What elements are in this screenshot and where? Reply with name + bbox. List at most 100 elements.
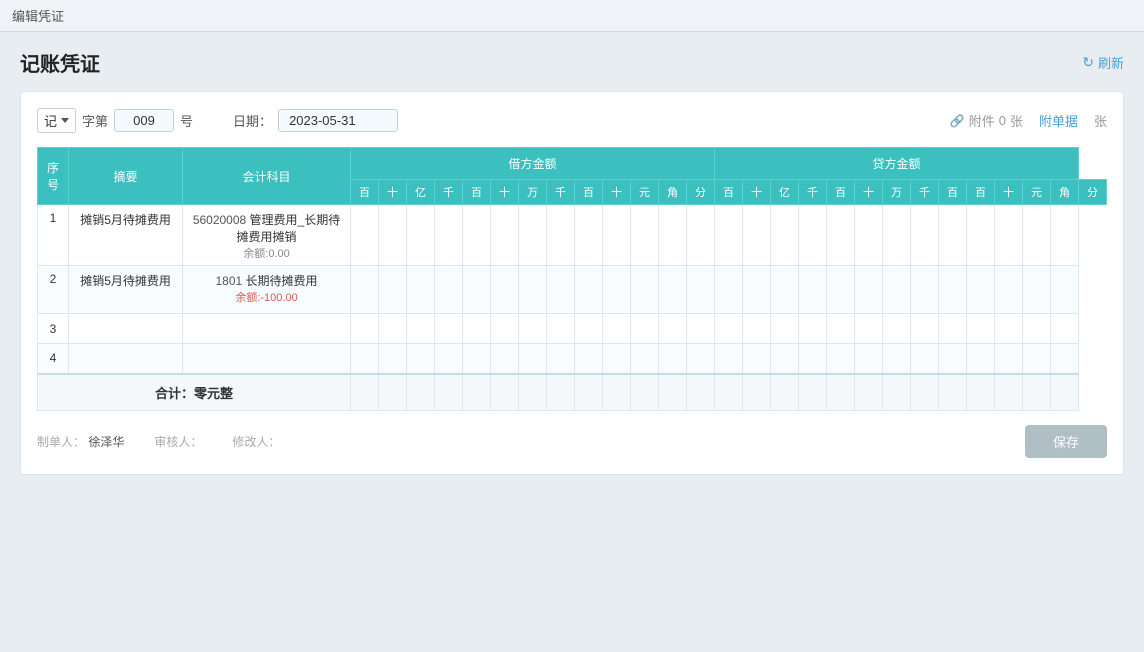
- r2d12[interactable]: [658, 266, 686, 314]
- r3d7[interactable]: [518, 314, 546, 344]
- r4c1[interactable]: [714, 344, 742, 374]
- voucher-type-button[interactable]: 记: [37, 108, 76, 133]
- r3d9[interactable]: [574, 314, 602, 344]
- r3d12[interactable]: [658, 314, 686, 344]
- r3c1[interactable]: [714, 314, 742, 344]
- r3d3[interactable]: [406, 314, 434, 344]
- r3c13[interactable]: [1050, 314, 1078, 344]
- r4c11[interactable]: [994, 344, 1022, 374]
- r1c1[interactable]: [714, 205, 742, 266]
- r4d6[interactable]: [490, 344, 518, 374]
- r2c1[interactable]: [714, 266, 742, 314]
- r1d11[interactable]: [630, 205, 658, 266]
- r1c9[interactable]: [938, 205, 966, 266]
- r2c6[interactable]: [854, 266, 882, 314]
- r2d4[interactable]: [434, 266, 462, 314]
- r3c7[interactable]: [882, 314, 910, 344]
- r2d11[interactable]: [630, 266, 658, 314]
- r1d5[interactable]: [462, 205, 490, 266]
- r4d7[interactable]: [518, 344, 546, 374]
- row3-account[interactable]: [183, 314, 351, 344]
- r1c11[interactable]: [994, 205, 1022, 266]
- r4d9[interactable]: [574, 344, 602, 374]
- r1c13[interactable]: [1050, 205, 1078, 266]
- r2c3[interactable]: [770, 266, 798, 314]
- r3d10[interactable]: [602, 314, 630, 344]
- r1c3[interactable]: [770, 205, 798, 266]
- r2c11[interactable]: [994, 266, 1022, 314]
- r4d3[interactable]: [406, 344, 434, 374]
- r1c7[interactable]: [882, 205, 910, 266]
- r1c2[interactable]: [742, 205, 770, 266]
- r3c5[interactable]: [826, 314, 854, 344]
- r3c11[interactable]: [994, 314, 1022, 344]
- r2d8[interactable]: [546, 266, 574, 314]
- r2d5[interactable]: [462, 266, 490, 314]
- r1d9[interactable]: [574, 205, 602, 266]
- r2c7[interactable]: [882, 266, 910, 314]
- r2c2[interactable]: [742, 266, 770, 314]
- r4c13[interactable]: [1050, 344, 1078, 374]
- r1c12[interactable]: [1022, 205, 1050, 266]
- row3-summary[interactable]: [69, 314, 183, 344]
- r2c9[interactable]: [938, 266, 966, 314]
- r2c5[interactable]: [826, 266, 854, 314]
- r1c6[interactable]: [854, 205, 882, 266]
- r2d2[interactable]: [378, 266, 406, 314]
- r4d11[interactable]: [630, 344, 658, 374]
- r3c4[interactable]: [798, 314, 826, 344]
- r2d7[interactable]: [518, 266, 546, 314]
- r1d2[interactable]: [378, 205, 406, 266]
- r2c13[interactable]: [1050, 266, 1078, 314]
- r1d3[interactable]: [406, 205, 434, 266]
- r4c12[interactable]: [1022, 344, 1050, 374]
- r2c10[interactable]: [966, 266, 994, 314]
- r1c10[interactable]: [966, 205, 994, 266]
- r2c8[interactable]: [910, 266, 938, 314]
- r4c10[interactable]: [966, 344, 994, 374]
- r3d1[interactable]: [350, 314, 378, 344]
- attach-sheet-label[interactable]: 附单据: [1039, 111, 1078, 130]
- r4c7[interactable]: [882, 344, 910, 374]
- r4d10[interactable]: [602, 344, 630, 374]
- r3c10[interactable]: [966, 314, 994, 344]
- r3d6[interactable]: [490, 314, 518, 344]
- save-button[interactable]: 保存: [1025, 425, 1107, 458]
- r1d8[interactable]: [546, 205, 574, 266]
- refresh-button[interactable]: ↻ 刷新: [1082, 53, 1124, 72]
- r4d12[interactable]: [658, 344, 686, 374]
- r4c8[interactable]: [910, 344, 938, 374]
- r3d13[interactable]: [686, 314, 714, 344]
- r4d1[interactable]: [350, 344, 378, 374]
- voucher-number-input[interactable]: [114, 109, 174, 132]
- r4c3[interactable]: [770, 344, 798, 374]
- r1d1[interactable]: [350, 205, 378, 266]
- r3d5[interactable]: [462, 314, 490, 344]
- r1d10[interactable]: [602, 205, 630, 266]
- r4c2[interactable]: [742, 344, 770, 374]
- r4d4[interactable]: [434, 344, 462, 374]
- r4d8[interactable]: [546, 344, 574, 374]
- r1c8[interactable]: [910, 205, 938, 266]
- r1d7[interactable]: [518, 205, 546, 266]
- r1c4[interactable]: [798, 205, 826, 266]
- r2c4[interactable]: [798, 266, 826, 314]
- r4c9[interactable]: [938, 344, 966, 374]
- r3c2[interactable]: [742, 314, 770, 344]
- r2d6[interactable]: [490, 266, 518, 314]
- r3c3[interactable]: [770, 314, 798, 344]
- r3c8[interactable]: [910, 314, 938, 344]
- r3d11[interactable]: [630, 314, 658, 344]
- r3d8[interactable]: [546, 314, 574, 344]
- date-input[interactable]: [278, 109, 398, 132]
- r3d4[interactable]: [434, 314, 462, 344]
- r1d4[interactable]: [434, 205, 462, 266]
- r4d2[interactable]: [378, 344, 406, 374]
- r4c5[interactable]: [826, 344, 854, 374]
- r4d13[interactable]: [686, 344, 714, 374]
- r1c5[interactable]: [826, 205, 854, 266]
- r3d2[interactable]: [378, 314, 406, 344]
- r4c4[interactable]: [798, 344, 826, 374]
- r2d9[interactable]: [574, 266, 602, 314]
- r3c6[interactable]: [854, 314, 882, 344]
